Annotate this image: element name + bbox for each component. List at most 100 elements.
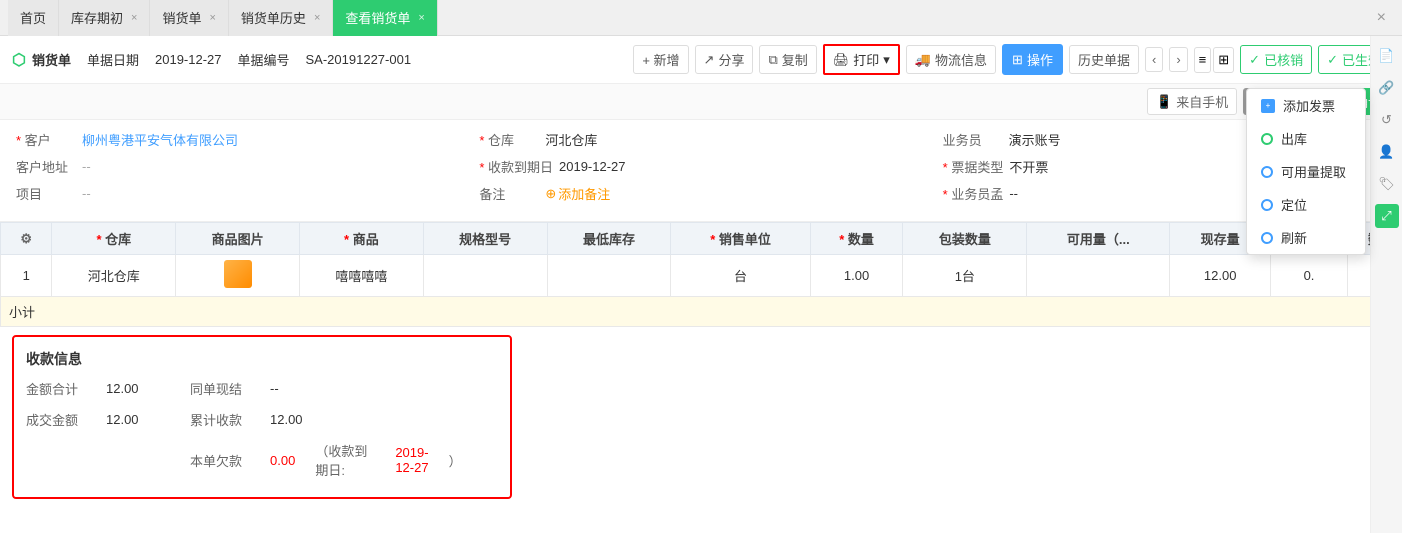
effect-check-icon: ✓ [1327,52,1338,68]
td-warehouse: 河北仓库 [52,255,176,297]
prev-button[interactable]: ‹ [1145,47,1163,72]
next-button[interactable]: › [1169,47,1187,72]
tab-view-sales-close[interactable]: × [418,12,424,24]
history-label: 历史单据 [1078,50,1130,69]
td-unit: 台 [671,255,810,297]
locate-icon [1261,199,1273,211]
form-row-2: 客户地址 -- 收款到期日 2019-12-27 票据类型 不开票 [16,157,1386,176]
sidebar-document-icon[interactable]: 📄 [1375,44,1399,68]
doc-meta: 单据日期 2019-12-27 单据编号 SA-20191227-001 [87,50,411,69]
tab-inventory-label: 库存期初 [71,8,123,27]
logistics-button[interactable]: 🚚 物流信息 [906,45,996,74]
owed-value: 0.00 [270,453,295,468]
tab-inventory[interactable]: 库存期初 × [59,0,150,36]
sidebar-link-icon[interactable]: 🔗 [1375,76,1399,100]
history-button[interactable]: 历史单据 [1069,45,1139,74]
td-avail [1027,255,1170,297]
sold-button[interactable]: ✓ 已核销 [1240,45,1312,74]
doc-no-value: SA-20191227-001 [306,52,412,67]
copy-icon: ⧉ [768,52,777,68]
avail-qty-icon [1261,166,1273,178]
plus-icon: ⊕ [545,186,556,202]
tab-sales[interactable]: 销货单 × [150,0,228,36]
dropdown-menu: + 添加发票 出库 可用量提取 定位 刷新 [1246,88,1366,255]
doc-title-icon: ⬡ [12,50,26,70]
subtotal-label: 小计 [1,297,1402,327]
table-section: ⚙ 仓库 商品图片 商品 规格型号 最低库存 销售单位 数量 包装数量 可用量（… [0,222,1402,327]
refresh-label: 刷新 [1281,228,1307,247]
tab-home-label: 首页 [20,8,46,27]
menu-outbound[interactable]: 出库 [1247,122,1365,155]
duedate-value: 2019-12-27 [559,159,923,174]
sidebar-rotate-icon[interactable]: ↺ [1375,108,1399,132]
payment-title: 收款信息 [26,349,498,369]
grid-view-button[interactable]: ⊞ [1213,47,1234,73]
amount-value: 12.00 [106,381,166,396]
print-icon: 🖨 [833,52,850,68]
close-all-button[interactable]: × [1369,9,1394,27]
menu-avail-qty[interactable]: 可用量提取 [1247,155,1365,188]
tab-sales-close[interactable]: × [209,12,215,24]
cumulative-label: 累计收款 [190,410,250,429]
th-spec: 规格型号 [423,223,547,255]
logistics-label: 物流信息 [935,50,987,69]
gear-icon[interactable]: ⚙ [20,231,32,246]
duedate-field: 收款到期日 2019-12-27 [479,157,922,176]
th-pack: 包装数量 [903,223,1027,255]
phone-icon: 📱 [1156,94,1172,110]
add-note-button[interactable]: ⊕ 添加备注 [545,184,610,203]
list-view-button[interactable]: ≡ [1194,47,1212,73]
tab-inventory-close[interactable]: × [131,12,137,24]
tab-home[interactable]: 首页 [8,0,59,36]
warehouse-label: 仓库 [479,130,539,149]
ops-button[interactable]: ⊞ 操作 [1002,44,1063,75]
owed-label: 本单欠款 [190,451,250,470]
tab-sales-history-close[interactable]: × [314,12,320,24]
doc-title: ⬡ 销货单 [12,50,71,70]
locate-label: 定位 [1281,195,1307,214]
doc-date-label: 单据日期 [87,50,139,69]
subtotal-row: 小计 [1,297,1402,327]
owed-suffix: （收款到期日: [315,441,375,479]
doc-date-value: 2019-12-27 [155,52,222,67]
trade-row: 成交金额 12.00 [26,410,166,429]
product-image [224,260,252,288]
share-icon: ↗ [704,52,715,68]
tab-view-sales[interactable]: 查看销货单 × [333,0,437,36]
menu-locate[interactable]: 定位 [1247,188,1365,221]
menu-refresh[interactable]: 刷新 [1247,221,1365,254]
th-avail: 可用量（... [1027,223,1170,255]
payment-cols: 金额合计 12.00 成交金额 12.00 同单现结 -- 累计收款 12.00 [26,379,498,485]
customer-value[interactable]: 柳州粤港平安气体有限公司 [82,130,459,149]
add-invoice-icon: + [1261,99,1275,113]
sidebar-user-icon[interactable]: 👤 [1375,140,1399,164]
cumulative-row: 累计收款 12.00 [190,410,509,429]
invoice-label: 票据类型 [943,157,1004,176]
toolbar: + 新增 ↗ 分享 ⧉ 复制 🖨 打印 ▾ 🚚 物流信息 ⊞ 操作 [633,44,1390,75]
sold-label: 已核销 [1264,50,1303,69]
th-min-stock: 最低库存 [547,223,671,255]
form-section: 客户 柳州粤港平安气体有限公司 仓库 河北仓库 业务员 演示账号 客户地址 --… [0,120,1402,222]
settle-value: -- [270,381,330,396]
sidebar-tag-icon[interactable]: 🏷 [1375,172,1399,196]
copy-button[interactable]: ⧉ 复制 [759,45,816,74]
address-label: 客户地址 [16,157,76,176]
avail-qty-label: 可用量提取 [1281,162,1346,181]
salesperson-label: 业务员 [943,130,1003,149]
customer-label: 客户 [16,130,76,149]
tab-sales-history[interactable]: 销货单历史 × [229,0,333,36]
td-price: 0. [1270,255,1347,297]
print-button[interactable]: 🖨 打印 ▾ [823,44,900,75]
phone-button[interactable]: 📱 来自手机 [1147,88,1237,115]
cumulative-value: 12.00 [270,412,330,427]
menu-add-invoice[interactable]: + 添加发票 [1247,89,1365,122]
copy-label: 复制 [782,50,808,69]
share-button[interactable]: ↗ 分享 [695,45,754,74]
warehouse-field: 仓库 河北仓库 [479,130,922,149]
add-invoice-label: 添加发票 [1283,96,1335,115]
phone-label: 来自手机 [1176,92,1228,111]
sidebar-expand-icon[interactable]: ⤢ [1375,204,1399,228]
new-button[interactable]: + 新增 [633,45,688,74]
doc-title-text: 销货单 [32,50,71,69]
th-product: 商品 [299,223,423,255]
